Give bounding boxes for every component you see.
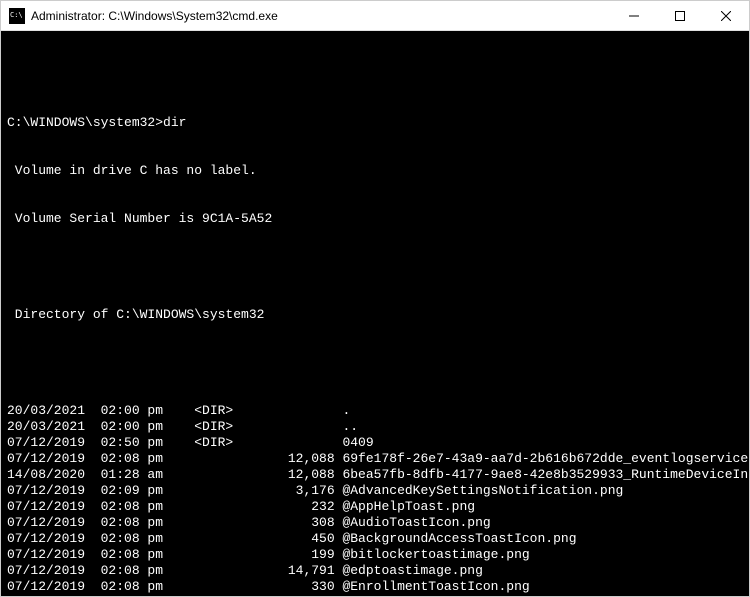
minimize-button[interactable] [611, 1, 657, 30]
listing-row: 07/12/2019 02:08 pm 330 @EnrollmentToast… [7, 579, 743, 595]
listing-row: 07/12/2019 02:08 pm 12,088 69fe178f-26e7… [7, 451, 743, 467]
blank-line [7, 355, 743, 371]
directory-line: Directory of C:\WINDOWS\system32 [7, 307, 743, 323]
blank-line [7, 67, 743, 83]
listing-row: 07/12/2019 02:09 pm 563 @language_notifi… [7, 595, 743, 596]
listing-row: 07/12/2019 02:08 pm 232 @AppHelpToast.pn… [7, 499, 743, 515]
terminal-output[interactable]: C:\WINDOWS\system32>dir Volume in drive … [1, 31, 749, 596]
maximize-button[interactable] [657, 1, 703, 30]
listing-row: 07/12/2019 02:08 pm 450 @BackgroundAcces… [7, 531, 743, 547]
listing-row: 20/03/2021 02:00 pm <DIR> .. [7, 419, 743, 435]
prompt: C:\WINDOWS\system32> [7, 115, 163, 130]
cmd-window: Administrator: C:\Windows\System32\cmd.e… [0, 0, 750, 597]
prompt-line: C:\WINDOWS\system32>dir [7, 115, 743, 131]
titlebar[interactable]: Administrator: C:\Windows\System32\cmd.e… [1, 1, 749, 31]
cmd-icon [9, 8, 25, 24]
listing-row: 14/08/2020 01:28 am 12,088 6bea57fb-8dfb… [7, 467, 743, 483]
close-button[interactable] [703, 1, 749, 30]
listing-row: 07/12/2019 02:08 pm 199 @bitlockertoasti… [7, 547, 743, 563]
listing-row: 07/12/2019 02:08 pm 308 @AudioToastIcon.… [7, 515, 743, 531]
serial-line: Volume Serial Number is 9C1A-5A52 [7, 211, 743, 227]
blank-line [7, 259, 743, 275]
listing-row: 07/12/2019 02:50 pm <DIR> 0409 [7, 435, 743, 451]
listing-row: 07/12/2019 02:08 pm 14,791 @edptoastimag… [7, 563, 743, 579]
listing-row: 07/12/2019 02:09 pm 3,176 @AdvancedKeySe… [7, 483, 743, 499]
listing-rows: 20/03/2021 02:00 pm <DIR> .20/03/2021 02… [7, 403, 743, 596]
volume-line: Volume in drive C has no label. [7, 163, 743, 179]
window-title: Administrator: C:\Windows\System32\cmd.e… [31, 9, 611, 23]
window-controls [611, 1, 749, 30]
listing-row: 20/03/2021 02:00 pm <DIR> . [7, 403, 743, 419]
command: dir [163, 115, 186, 130]
